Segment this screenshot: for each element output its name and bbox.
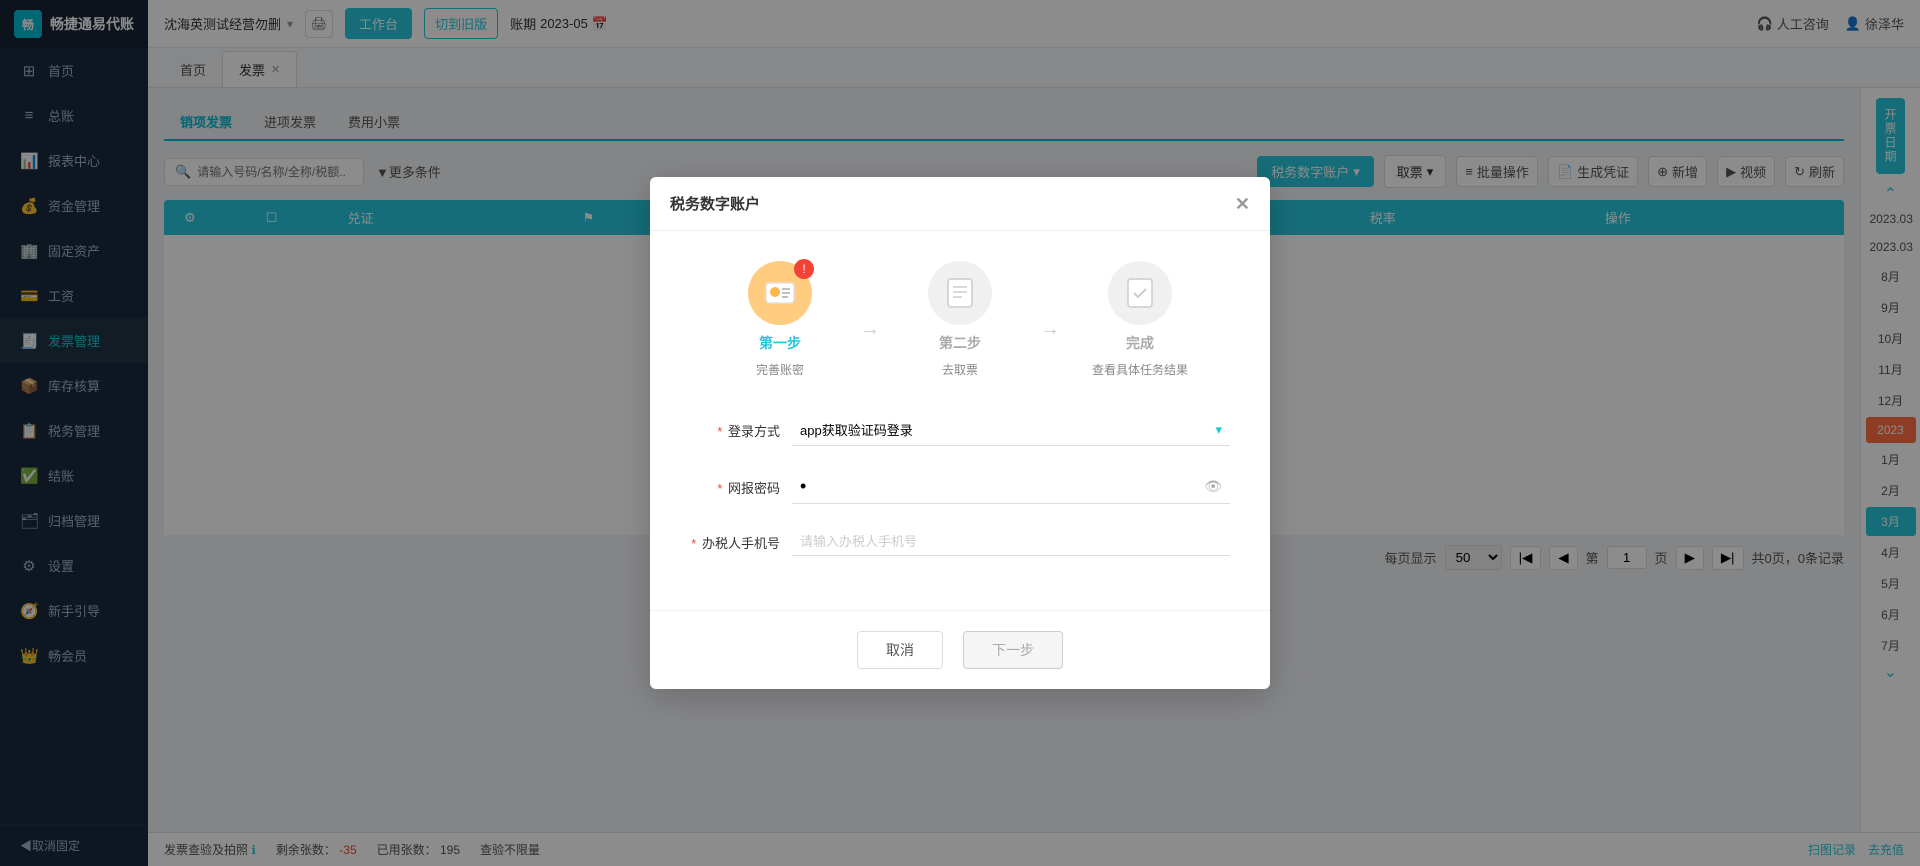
login-method-label: * 登录方式	[690, 421, 780, 440]
step1-label: 第一步	[759, 333, 801, 353]
cancel-button[interactable]: 取消	[857, 631, 943, 669]
step-2: 第二步 去取票	[900, 261, 1020, 378]
step1-badge: !	[794, 259, 814, 279]
next-button[interactable]: 下一步	[963, 631, 1063, 669]
dialog-close-icon[interactable]: ✕	[1235, 195, 1250, 213]
password-label: * 网报密码	[690, 478, 780, 497]
password-row: * 网报密码 👁	[690, 470, 1230, 504]
step1-icon	[762, 275, 798, 311]
password-input[interactable]	[800, 476, 1204, 497]
tax-digital-dialog: 税务数字账户 ✕ !	[650, 177, 1270, 689]
login-method-select[interactable]: app获取验证码登录 ▾	[792, 414, 1230, 446]
step2-label: 第二步	[939, 333, 981, 353]
step1-icon-wrap: !	[748, 261, 812, 325]
step-3: 完成 查看具体任务结果	[1080, 261, 1200, 378]
dialog-overlay[interactable]: 税务数字账户 ✕ !	[0, 0, 1920, 866]
step-1: ! 第一步 完善账密	[720, 261, 840, 378]
steps-indicator: ! 第一步 完善账密 →	[690, 261, 1230, 378]
dialog-title: 税务数字账户	[670, 193, 760, 214]
password-field-wrap: 👁	[792, 470, 1230, 504]
phone-row: * 办税人手机号	[690, 528, 1230, 556]
step3-icon-wrap	[1108, 261, 1172, 325]
phone-label: * 办税人手机号	[690, 533, 780, 552]
step3-icon	[1122, 275, 1158, 311]
step-arrow-1: →	[840, 298, 900, 341]
step2-icon	[942, 275, 978, 311]
step3-label: 完成	[1126, 333, 1154, 353]
dialog-header: 税务数字账户 ✕	[650, 177, 1270, 231]
step3-sublabel: 查看具体任务结果	[1092, 361, 1188, 378]
dialog-footer: 取消 下一步	[650, 610, 1270, 689]
dialog-body: ! 第一步 完善账密 →	[650, 231, 1270, 610]
chevron-down-icon: ▾	[1215, 422, 1222, 438]
step-arrow-2: →	[1020, 298, 1080, 341]
step2-sublabel: 去取票	[942, 361, 978, 378]
password-toggle-icon[interactable]: 👁	[1204, 478, 1222, 495]
login-method-value: app获取验证码登录	[800, 420, 913, 439]
step2-icon-wrap	[928, 261, 992, 325]
login-method-row: * 登录方式 app获取验证码登录 ▾	[690, 414, 1230, 446]
step1-sublabel: 完善账密	[756, 361, 804, 378]
phone-input[interactable]	[792, 528, 1230, 556]
